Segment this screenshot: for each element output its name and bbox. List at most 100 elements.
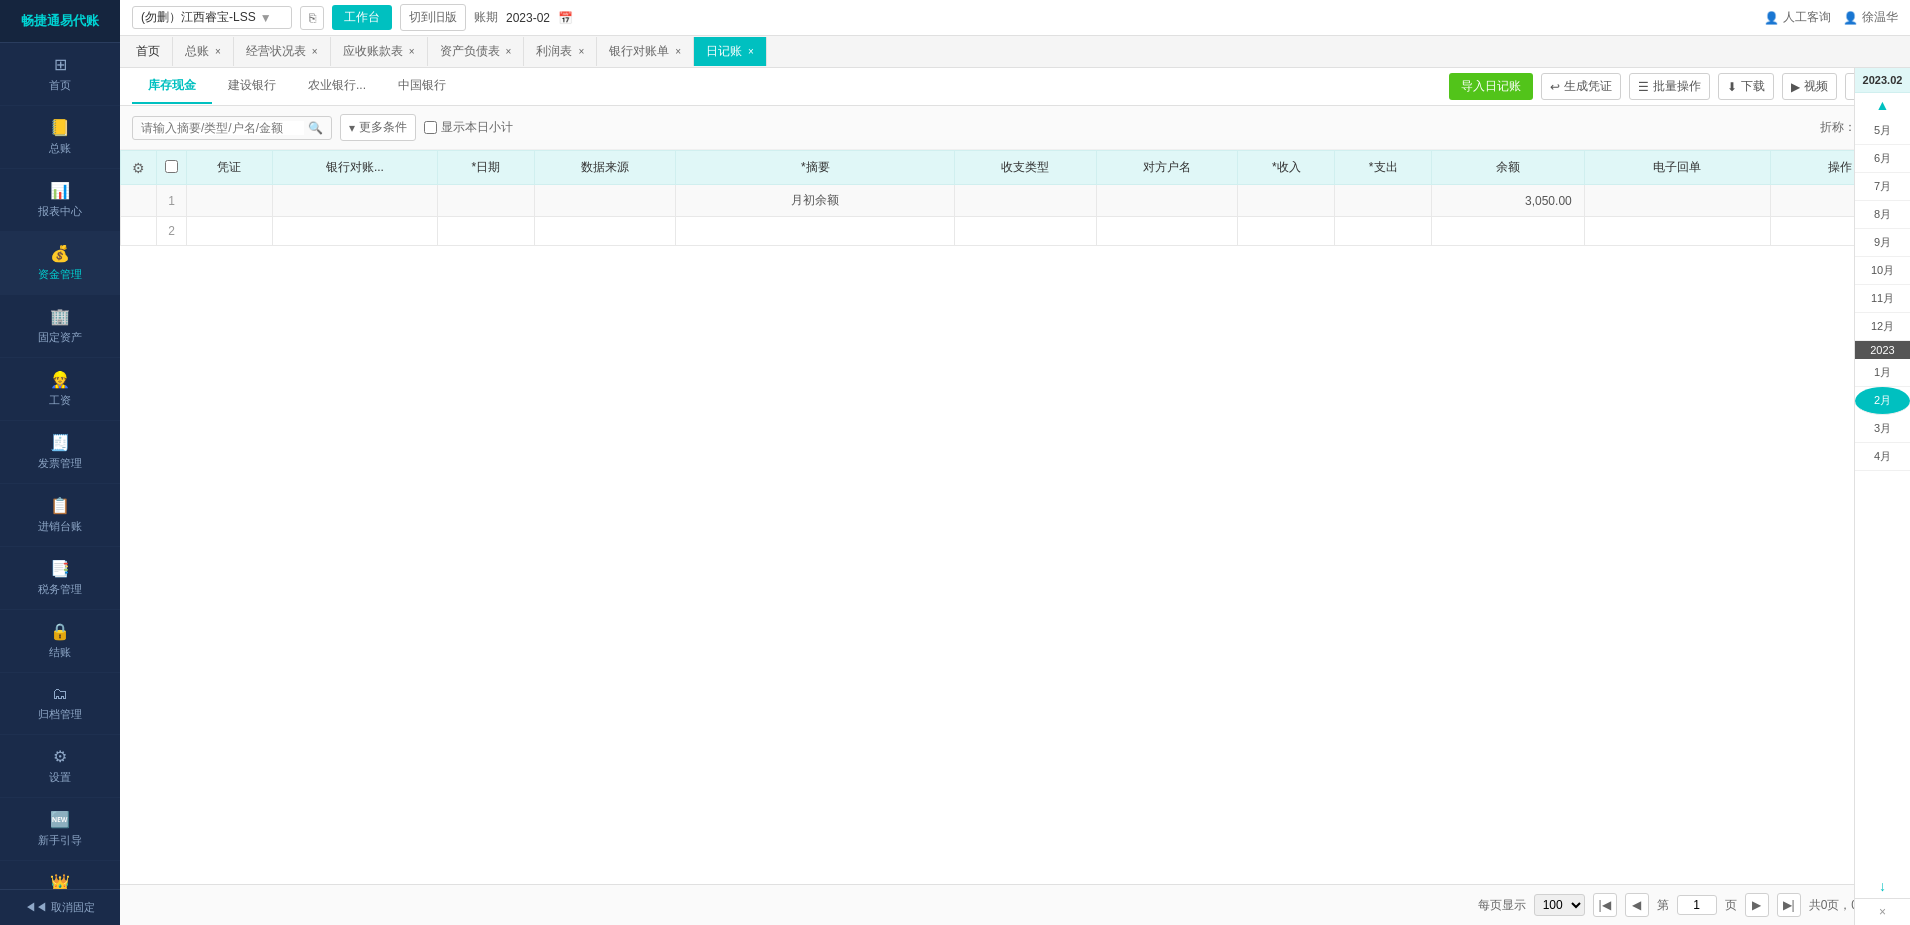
bank-rec-cell[interactable]: [272, 217, 437, 246]
switch-old-button[interactable]: 切到旧版: [400, 4, 466, 31]
date-month-6[interactable]: 6月: [1855, 145, 1910, 173]
journal-table: ⚙ 凭证 银行对账... *日期 数据来源 *摘要 收支类型 对方户名 *收入 …: [120, 150, 1910, 246]
support-icon: 👤: [1764, 11, 1779, 25]
page-size-select[interactable]: 100 50 200: [1534, 894, 1585, 916]
purchase-sales-icon: 📋: [50, 496, 70, 515]
e-bill-cell: [1584, 217, 1770, 246]
date-month-1[interactable]: 1月: [1855, 359, 1910, 387]
close-business-status-tab[interactable]: ×: [312, 46, 318, 57]
batch-op-label: 批量操作: [1653, 78, 1701, 95]
first-page-button[interactable]: |◀: [1593, 893, 1617, 917]
search-icon[interactable]: 🔍: [308, 121, 323, 135]
tab-journal[interactable]: 日记账 ×: [694, 37, 767, 66]
date-panel-header[interactable]: 2023.02: [1855, 68, 1910, 93]
date-panel-prev-arrow[interactable]: ▲: [1855, 93, 1910, 117]
close-profit-tab[interactable]: ×: [578, 46, 584, 57]
copy-button[interactable]: ⎘: [300, 6, 324, 30]
tab-home[interactable]: 首页: [124, 37, 173, 66]
date-month-5[interactable]: 5月: [1855, 117, 1910, 145]
income-cell[interactable]: [1238, 217, 1335, 246]
tab-profit[interactable]: 利润表 ×: [524, 37, 597, 66]
video-button[interactable]: ▶ 视频: [1782, 73, 1837, 100]
sidebar-item-reports[interactable]: 📊 报表中心: [0, 169, 120, 232]
e-bill-col-header: 电子回单: [1584, 151, 1770, 185]
unpin-sidebar-button[interactable]: ◀◀ 取消固定: [0, 889, 120, 925]
invoices-icon: 🧾: [50, 433, 70, 452]
search-input[interactable]: [141, 121, 304, 135]
expenditure-cell[interactable]: [1335, 217, 1432, 246]
voucher-cell[interactable]: [187, 217, 273, 246]
sub-tab-cash[interactable]: 库存现金: [132, 69, 212, 104]
daily-sum-checkbox-input[interactable]: [424, 121, 437, 134]
workbench-button[interactable]: 工作台: [332, 5, 392, 30]
close-accounts-receivable-tab[interactable]: ×: [409, 46, 415, 57]
batch-op-button[interactable]: ☰ 批量操作: [1629, 73, 1710, 100]
sidebar-item-closing[interactable]: 🔒 结账: [0, 610, 120, 673]
support-button[interactable]: 👤 人工客询: [1764, 9, 1831, 26]
sidebar-item-invoices[interactable]: 🧾 发票管理: [0, 421, 120, 484]
column-settings-icon[interactable]: ⚙: [132, 160, 145, 176]
tab-business-status-label: 经营状况表: [246, 43, 306, 60]
company-selector[interactable]: (勿删）江西睿宝-LSS ▼: [132, 6, 292, 29]
sidebar-item-archive[interactable]: 🗂 归档管理: [0, 673, 120, 735]
import-journal-button[interactable]: 导入日记账: [1449, 73, 1533, 100]
last-page-button[interactable]: ▶|: [1777, 893, 1801, 917]
close-assets-liabilities-tab[interactable]: ×: [506, 46, 512, 57]
checkbox-col-header[interactable]: [157, 151, 187, 185]
date-cell[interactable]: [437, 217, 534, 246]
sub-tab-ccb[interactable]: 建设银行: [212, 69, 292, 104]
sidebar-item-wages[interactable]: 👷 工资: [0, 358, 120, 421]
sidebar-item-home[interactable]: ⊞ 首页: [0, 43, 120, 106]
tab-ledger[interactable]: 总账 ×: [173, 37, 234, 66]
summary-cell[interactable]: [676, 217, 955, 246]
tab-accounts-receivable[interactable]: 应收账款表 ×: [331, 37, 428, 66]
date-month-11[interactable]: 11月: [1855, 285, 1910, 313]
date-month-10[interactable]: 10月: [1855, 257, 1910, 285]
select-all-checkbox[interactable]: [165, 160, 178, 173]
sidebar-item-tax[interactable]: 📑 税务管理: [0, 547, 120, 610]
sub-tab-abc[interactable]: 农业银行...: [292, 69, 382, 104]
settings-col-header[interactable]: ⚙: [121, 151, 157, 185]
close-bank-reconciliation-tab[interactable]: ×: [675, 46, 681, 57]
calendar-icon[interactable]: 📅: [558, 11, 573, 25]
date-month-8[interactable]: 8月: [1855, 201, 1910, 229]
sidebar-item-purchase-sales[interactable]: 📋 进销台账: [0, 484, 120, 547]
next-page-button[interactable]: ▶: [1745, 893, 1769, 917]
more-filter-button[interactable]: ▾ 更多条件: [340, 114, 416, 141]
show-daily-sum-checkbox[interactable]: 显示本日小计: [424, 119, 513, 136]
close-ledger-tab[interactable]: ×: [215, 46, 221, 57]
tab-assets-liabilities[interactable]: 资产负债表 ×: [428, 37, 525, 66]
date-month-2-active[interactable]: 2月: [1855, 387, 1910, 415]
sub-tab-boc[interactable]: 中国银行: [382, 69, 462, 104]
date-month-9[interactable]: 9月: [1855, 229, 1910, 257]
download-button[interactable]: ⬇ 下载: [1718, 73, 1774, 100]
page-number-input[interactable]: [1677, 895, 1717, 915]
generate-voucher-label: 生成凭证: [1564, 78, 1612, 95]
sidebar-item-guide[interactable]: 🆕 新手引导: [0, 798, 120, 861]
expenditure-col-header: *支出: [1335, 151, 1432, 185]
sidebar-item-settings[interactable]: ⚙ 设置: [0, 735, 120, 798]
close-journal-tab[interactable]: ×: [748, 46, 754, 57]
currency-label: 折称：: [1820, 119, 1856, 136]
tab-bank-reconciliation[interactable]: 银行对账单 ×: [597, 37, 694, 66]
sidebar-item-member[interactable]: 👑 畅会员: [0, 861, 120, 889]
prev-page-button[interactable]: ◀: [1625, 893, 1649, 917]
data-source-col-header: 数据来源: [534, 151, 676, 185]
date-month-4[interactable]: 4月: [1855, 443, 1910, 471]
date-month-7[interactable]: 7月: [1855, 173, 1910, 201]
user-info[interactable]: 👤 徐温华: [1843, 9, 1898, 26]
date-month-3[interactable]: 3月: [1855, 415, 1910, 443]
tab-business-status[interactable]: 经营状况表 ×: [234, 37, 331, 66]
sidebar-item-assets[interactable]: 🏢 固定资产: [0, 295, 120, 358]
generate-voucher-button[interactable]: ↩ 生成凭证: [1541, 73, 1621, 100]
tabs-bar: 首页 总账 × 经营状况表 × 应收账款表 × 资产负债表 × 利润表 ×: [120, 36, 1910, 68]
closing-icon: 🔒: [50, 622, 70, 641]
row-number: 1: [168, 194, 175, 208]
sidebar-item-funds[interactable]: 💰 资金管理: [0, 232, 120, 295]
sidebar-item-ledger[interactable]: 📒 总账: [0, 106, 120, 169]
content-area: 库存现金 建设银行 农业银行... 中国银行 导入日记账 ↩ 生成凭证 ☰ 批量…: [120, 68, 1910, 925]
date-panel-next-arrow[interactable]: ↓: [1855, 874, 1910, 898]
table-row: 1 月初余额 3,050.00: [121, 185, 1910, 217]
date-panel-close-button[interactable]: ×: [1855, 898, 1910, 925]
date-month-12[interactable]: 12月: [1855, 313, 1910, 341]
